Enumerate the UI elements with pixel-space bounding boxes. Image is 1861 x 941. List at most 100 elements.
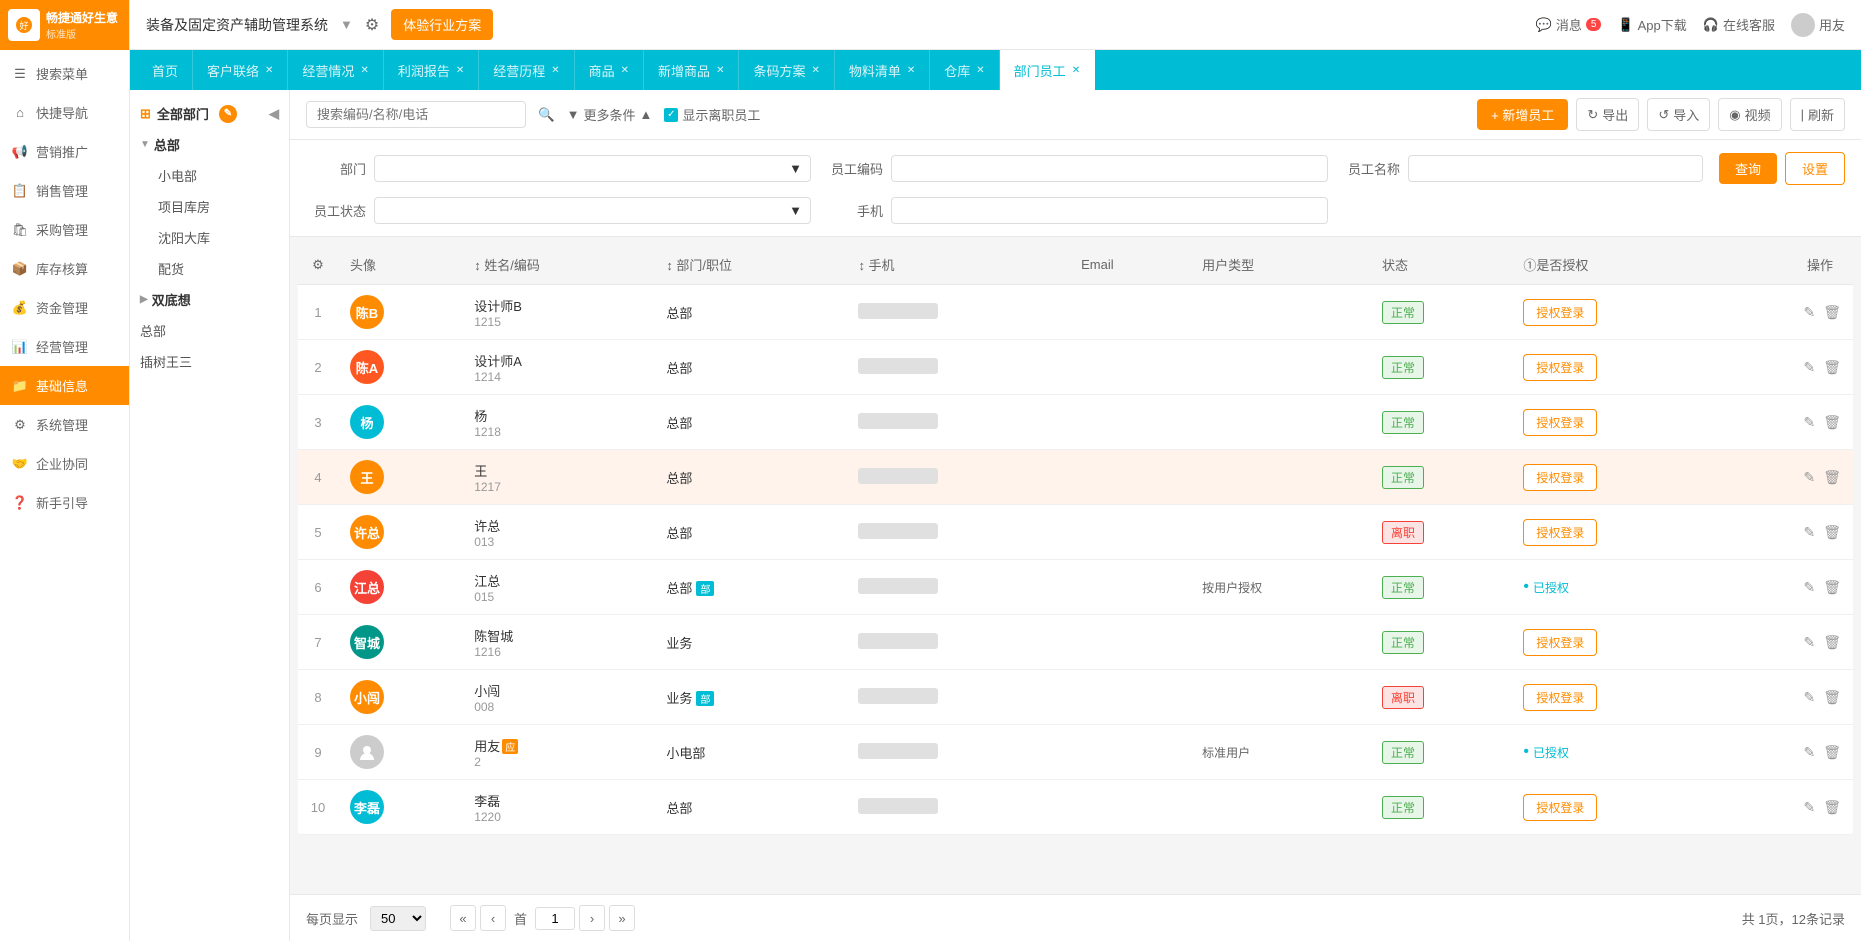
tab-warehouse[interactable]: 仓库 ✕ xyxy=(930,50,999,90)
auth-button[interactable]: 授权登录 xyxy=(1523,794,1597,821)
sidebar-item-quick-nav[interactable]: ⌂ 快捷导航 xyxy=(0,93,129,132)
sidebar-item-basic-info[interactable]: 📁 基础信息 xyxy=(0,366,129,405)
tab-goods[interactable]: 商品 ✕ xyxy=(575,50,644,90)
col-phone[interactable]: ↕ 手机 xyxy=(846,245,1069,285)
edit-button[interactable]: ✎ xyxy=(1803,634,1815,651)
edit-button[interactable]: ✎ xyxy=(1803,304,1815,321)
trial-button[interactable]: 体验行业方案 xyxy=(391,9,493,40)
dept-group-general[interactable]: ▼ 总部 xyxy=(130,129,289,160)
edit-button[interactable]: ✎ xyxy=(1803,799,1815,816)
col-dept[interactable]: ↕ 部门/职位 xyxy=(654,245,846,285)
tab-close-goods[interactable]: ✕ xyxy=(621,65,629,76)
more-filters-button[interactable]: ▼ 更多条件 ▲ xyxy=(567,105,653,124)
edit-button[interactable]: ✎ xyxy=(1803,414,1815,431)
delete-button[interactable]: 🗑 xyxy=(1823,579,1841,596)
tab-close-materials[interactable]: ✕ xyxy=(907,65,915,76)
tab-finance-history[interactable]: 经营历程 ✕ xyxy=(479,50,574,90)
import-button[interactable]: ↺ 导入 xyxy=(1647,98,1710,131)
sidebar-item-system[interactable]: ⚙ 系统管理 xyxy=(0,405,129,444)
tab-close-barcode[interactable]: ✕ xyxy=(811,65,819,76)
app-download-button[interactable]: 📱 App下载 xyxy=(1617,15,1686,34)
auth-button[interactable]: 授权登录 xyxy=(1523,519,1597,546)
delete-button[interactable]: 🗑 xyxy=(1823,744,1841,761)
tab-finance-status[interactable]: 经营情况 ✕ xyxy=(288,50,383,90)
tab-close-warehouse[interactable]: ✕ xyxy=(976,65,984,76)
sidebar-item-operations[interactable]: 📊 经营管理 xyxy=(0,327,129,366)
sidebar-item-marketing[interactable]: 📢 营销推广 xyxy=(0,132,129,171)
sidebar-item-purchase[interactable]: 🛍 采购管理 xyxy=(0,210,129,249)
auth-button[interactable]: 授权登录 xyxy=(1523,354,1597,381)
delete-button[interactable]: 🗑 xyxy=(1823,524,1841,541)
edit-button[interactable]: ✎ xyxy=(1803,524,1815,541)
dept-item-seedling-king[interactable]: 插树王三 xyxy=(130,346,289,377)
tab-close-customer[interactable]: ✕ xyxy=(265,65,273,76)
delete-button[interactable]: 🗑 xyxy=(1823,689,1841,706)
emp-code-input[interactable] xyxy=(891,155,1328,182)
col-settings[interactable]: ⚙ xyxy=(298,245,338,285)
auth-button[interactable]: 授权登录 xyxy=(1523,464,1597,491)
online-service-button[interactable]: 🎧 在线客服 xyxy=(1703,15,1775,34)
tab-home[interactable]: 首页 xyxy=(138,50,193,90)
sidebar-item-search-menu[interactable]: ☰ 搜索菜单 xyxy=(0,54,129,93)
tab-close-profit[interactable]: ✕ xyxy=(456,65,464,76)
delete-button[interactable]: 🗑 xyxy=(1823,469,1841,486)
next-page-button[interactable]: › xyxy=(579,905,605,931)
dept-item-distribution[interactable]: 配货 xyxy=(138,253,289,284)
edit-button[interactable]: ✎ xyxy=(1803,359,1815,376)
tab-close-new-goods[interactable]: ✕ xyxy=(716,65,724,76)
sidebar-item-sales[interactable]: 📋 销售管理 xyxy=(0,171,129,210)
emp-status-select[interactable]: ▼ xyxy=(374,197,811,224)
settings-icon[interactable]: ⚙ xyxy=(365,15,379,35)
tab-close-finance-status[interactable]: ✕ xyxy=(360,65,368,76)
per-page-select[interactable]: 50 20 100 xyxy=(370,906,426,931)
print-button[interactable]: | 刷新 xyxy=(1790,98,1845,131)
dept-item-hq[interactable]: 总部 xyxy=(130,315,289,346)
dept-select[interactable]: ▼ xyxy=(374,155,811,182)
collapse-tree-btn[interactable]: ◀ xyxy=(269,106,279,122)
tab-close-finance-history[interactable]: ✕ xyxy=(551,65,559,76)
phone-input[interactable] xyxy=(891,197,1328,224)
tab-barcode[interactable]: 条码方案 ✕ xyxy=(739,50,834,90)
set-button[interactable]: 设置 xyxy=(1785,152,1845,185)
col-name[interactable]: ↕ 姓名/编码 xyxy=(462,245,654,285)
auth-button[interactable]: 授权登录 xyxy=(1523,409,1597,436)
edit-button[interactable]: ✎ xyxy=(1803,689,1815,706)
last-page-button[interactable]: » xyxy=(609,905,635,931)
export-button[interactable]: ↻ 导出 xyxy=(1576,98,1639,131)
emp-name-input[interactable] xyxy=(1408,155,1703,182)
delete-button[interactable]: 🗑 xyxy=(1823,799,1841,816)
message-button[interactable]: 💬 消息 5 xyxy=(1536,15,1602,34)
delete-button[interactable]: 🗑 xyxy=(1823,304,1841,321)
dept-item-project[interactable]: 项目库房 xyxy=(138,191,289,222)
delete-button[interactable]: 🗑 xyxy=(1823,359,1841,376)
tab-close-employees[interactable]: ✕ xyxy=(1072,65,1080,76)
sidebar-item-guide[interactable]: ❓ 新手引导 xyxy=(0,483,129,522)
sidebar-item-finance[interactable]: 💰 资金管理 xyxy=(0,288,129,327)
edit-dept-icon[interactable]: ✎ xyxy=(219,105,237,123)
user-button[interactable]: 用友 xyxy=(1791,13,1845,37)
edit-button[interactable]: ✎ xyxy=(1803,469,1815,486)
tab-employees[interactable]: 部门员工 ✕ xyxy=(1000,50,1095,90)
page-input[interactable] xyxy=(535,907,575,930)
view-button[interactable]: ◉ 视频 xyxy=(1718,98,1781,131)
dept-group-double-dream[interactable]: ▶ 双底想 xyxy=(130,284,289,315)
edit-button[interactable]: ✎ xyxy=(1803,579,1815,596)
delete-button[interactable]: 🗑 xyxy=(1823,634,1841,651)
tab-customer[interactable]: 客户联络 ✕ xyxy=(193,50,288,90)
edit-button[interactable]: ✎ xyxy=(1803,744,1815,761)
prev-page-button[interactable]: ‹ xyxy=(480,905,506,931)
auth-button[interactable]: 授权登录 xyxy=(1523,299,1597,326)
query-button[interactable]: 查询 xyxy=(1719,153,1777,184)
auth-button[interactable]: 授权登录 xyxy=(1523,629,1597,656)
tab-profit[interactable]: 利润报告 ✕ xyxy=(384,50,479,90)
sidebar-item-inventory[interactable]: 📦 库存核算 xyxy=(0,249,129,288)
tab-new-goods[interactable]: 新增商品 ✕ xyxy=(644,50,739,90)
first-page-button[interactable]: « xyxy=(450,905,476,931)
delete-button[interactable]: 🗑 xyxy=(1823,414,1841,431)
add-employee-button[interactable]: + 新增员工 xyxy=(1477,99,1568,130)
auth-button[interactable]: 授权登录 xyxy=(1523,684,1597,711)
sidebar-item-enterprise[interactable]: 🤝 企业协同 xyxy=(0,444,129,483)
dept-item-small-elec[interactable]: 小电部 xyxy=(138,160,289,191)
search-input[interactable] xyxy=(306,101,526,128)
dept-item-shenyang[interactable]: 沈阳大库 xyxy=(138,222,289,253)
